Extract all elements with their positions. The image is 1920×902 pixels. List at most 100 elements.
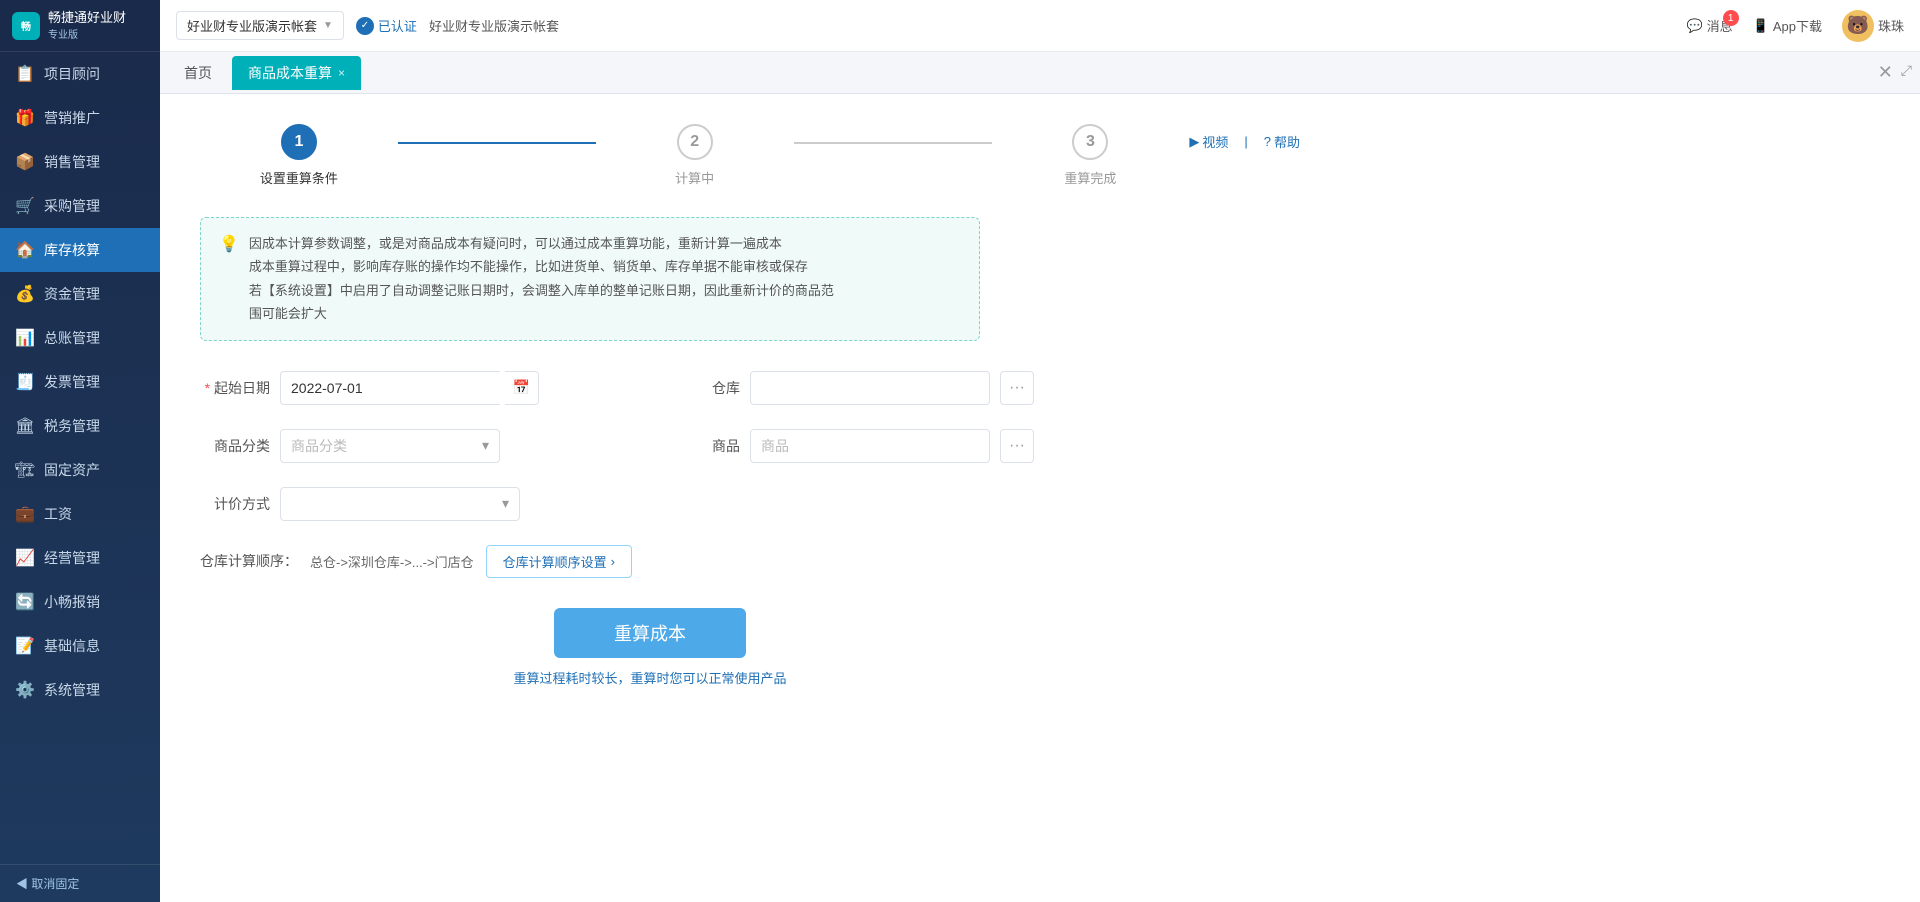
step-1-circle: 1 <box>281 124 317 160</box>
pricing-label: 计价方式 <box>200 494 270 514</box>
start-date-input[interactable] <box>280 371 500 405</box>
tab-cost-recalc[interactable]: 商品成本重算 × <box>232 56 361 90</box>
unpin-button[interactable]: ◀ 取消固定 <box>0 864 160 902</box>
step-3: 3 重算完成 <box>992 124 1190 187</box>
sidebar-item-inventory[interactable]: 🏠 库存核算 <box>0 228 160 272</box>
account-selector[interactable]: 好业财专业版演示帐套 ▼ <box>176 11 344 40</box>
assets-icon: 🏗 <box>16 461 34 479</box>
sidebar-label-project: 项目顾问 <box>44 64 100 84</box>
info-line-1: 因成本计算参数调整，或是对商品成本有疑问时，可以通过成本重算功能，重新计算一遍成… <box>249 232 834 255</box>
warehouse-seq-settings-button[interactable]: 仓库计算顺序设置 › <box>486 545 632 578</box>
sidebar-item-operations[interactable]: 📈 经营管理 <box>0 536 160 580</box>
main-area: 好业财专业版演示帐套 ▼ ✓ 已认证 好业财专业版演示帐套 💬 消息 1 📱 A… <box>160 0 1920 902</box>
sidebar-label-basic: 基础信息 <box>44 636 100 656</box>
sidebar-item-invoice[interactable]: 🧾 发票管理 <box>0 360 160 404</box>
sidebar-label-payroll: 工资 <box>44 504 72 524</box>
close-icon[interactable]: ✕ <box>1878 62 1893 83</box>
user-menu[interactable]: 🐻 珠珠 <box>1842 10 1904 42</box>
sidebar-item-tax[interactable]: 🏛 税务管理 <box>0 404 160 448</box>
warehouse-picker-button[interactable]: ··· <box>1000 371 1034 405</box>
app-download-button[interactable]: 📱 App下载 <box>1753 16 1822 35</box>
tab-home[interactable]: 首页 <box>168 56 228 90</box>
pricing-select[interactable]: ▾ <box>280 487 520 521</box>
warehouse-seq-label: 仓库计算顺序： <box>200 551 298 571</box>
field-pricing: 计价方式 ▾ <box>200 487 560 521</box>
sidebar-label-finance: 资金管理 <box>44 284 100 304</box>
app-label: App下载 <box>1773 16 1822 35</box>
step-2-label: 计算中 <box>675 168 714 187</box>
form-row-1: 起始日期 📅 仓库 ··· <box>200 371 1100 405</box>
sidebar-item-assets[interactable]: 🏗 固定资产 <box>0 448 160 492</box>
seq-btn-label: 仓库计算顺序设置 <box>503 552 607 571</box>
sidebar-label-marketing: 营销推广 <box>44 108 100 128</box>
step-1-label: 设置重算条件 <box>260 168 338 187</box>
field-warehouse: 仓库 ··· <box>670 371 1100 405</box>
message-button[interactable]: 💬 消息 1 <box>1686 16 1732 35</box>
recalc-hint: 重算过程耗时较长，重算时您可以正常使用产品 <box>513 668 786 687</box>
sidebar-item-expense[interactable]: 🔄 小畅报销 <box>0 580 160 624</box>
sidebar-item-finance[interactable]: 💰 资金管理 <box>0 272 160 316</box>
tab-close-icon[interactable]: × <box>338 66 345 80</box>
step-line-2 <box>794 142 992 144</box>
sidebar-item-basic[interactable]: 📝 基础信息 <box>0 624 160 668</box>
seq-btn-icon: › <box>611 554 615 569</box>
form-row-2: 商品分类 商品分类 ▾ 商品 商品 ··· <box>200 429 1100 463</box>
calendar-icon[interactable]: 📅 <box>505 371 539 405</box>
finance-icon: 💰 <box>16 285 34 303</box>
message-icon: 💬 <box>1686 18 1702 34</box>
verified-badge: ✓ 已认证 <box>356 16 417 35</box>
warehouse-seq-value: 总仓->深圳仓库->...->门店仓 <box>310 552 474 571</box>
payroll-icon: 💼 <box>16 505 34 523</box>
marketing-icon: 🎁 <box>16 109 34 127</box>
goods-input[interactable]: 商品 <box>750 429 990 463</box>
project-icon: 📋 <box>16 65 34 83</box>
expand-icon[interactable]: ⤢ <box>1901 62 1912 83</box>
sidebar: 畅 畅捷通好业财 专业版 📋 项目顾问 🎁 营销推广 📦 销售管理 🛒 采购管理… <box>0 0 160 902</box>
sidebar-item-system[interactable]: ⚙️ 系统管理 <box>0 668 160 712</box>
step-3-label: 重算完成 <box>1064 168 1116 187</box>
sidebar-label-operations: 经营管理 <box>44 548 100 568</box>
step-2: 2 计算中 <box>596 124 794 187</box>
field-goods: 商品 商品 ··· <box>670 429 1100 463</box>
sidebar-label-sales: 销售管理 <box>44 152 100 172</box>
warehouse-seq-row: 仓库计算顺序： 总仓->深圳仓库->...->门店仓 仓库计算顺序设置 › <box>200 545 1100 578</box>
goods-label: 商品 <box>670 436 740 456</box>
sidebar-header: 畅 畅捷通好业财 专业版 <box>0 0 160 52</box>
goods-placeholder: 商品 <box>761 436 789 456</box>
category-placeholder: 商品分类 <box>291 436 347 456</box>
bulb-icon: 💡 <box>219 234 239 326</box>
video-link[interactable]: ▶ 视频 <box>1189 132 1228 151</box>
sidebar-item-sales[interactable]: 📦 销售管理 <box>0 140 160 184</box>
sidebar-nav: 📋 项目顾问 🎁 营销推广 📦 销售管理 🛒 采购管理 🏠 库存核算 💰 资金管… <box>0 52 160 864</box>
sidebar-label-purchase: 采购管理 <box>44 196 100 216</box>
category-select[interactable]: 商品分类 ▾ <box>280 429 500 463</box>
sidebar-label-tax: 税务管理 <box>44 416 100 436</box>
warehouse-input[interactable] <box>750 371 990 405</box>
sidebar-item-accounting[interactable]: 📊 总账管理 <box>0 316 160 360</box>
verified-icon: ✓ <box>356 17 374 35</box>
goods-picker-button[interactable]: ··· <box>1000 429 1034 463</box>
sidebar-label-accounting: 总账管理 <box>44 328 100 348</box>
avatar: 🐻 <box>1842 10 1874 42</box>
sidebar-item-marketing[interactable]: 🎁 营销推广 <box>0 96 160 140</box>
field-start-date: 起始日期 📅 <box>200 371 630 405</box>
category-label: 商品分类 <box>200 436 270 456</box>
sidebar-item-purchase[interactable]: 🛒 采购管理 <box>0 184 160 228</box>
stepper: 1 设置重算条件 2 计算中 3 重算完成 <box>200 124 1300 187</box>
step-1: 1 设置重算条件 <box>200 124 398 187</box>
step-3-circle: 3 <box>1072 124 1108 160</box>
recalc-button[interactable]: 重算成本 <box>554 608 746 658</box>
chevron-down-2-icon: ▾ <box>502 495 509 512</box>
field-category: 商品分类 商品分类 ▾ <box>200 429 630 463</box>
sidebar-label-inventory: 库存核算 <box>44 240 100 260</box>
help-link[interactable]: ? 帮助 <box>1264 132 1300 151</box>
stepper-help: ▶ 视频 | ? 帮助 <box>1189 124 1300 151</box>
tax-icon: 🏛 <box>16 417 34 435</box>
phone-icon: 📱 <box>1753 18 1769 34</box>
form-section: 起始日期 📅 仓库 ··· 商品分类 商品分类 ▾ <box>200 371 1100 687</box>
account-name: 好业财专业版演示帐套 <box>429 16 559 35</box>
sidebar-label-system: 系统管理 <box>44 680 100 700</box>
sidebar-item-payroll[interactable]: 💼 工资 <box>0 492 160 536</box>
help-label: 帮助 <box>1274 132 1300 151</box>
sidebar-item-project[interactable]: 📋 项目顾问 <box>0 52 160 96</box>
